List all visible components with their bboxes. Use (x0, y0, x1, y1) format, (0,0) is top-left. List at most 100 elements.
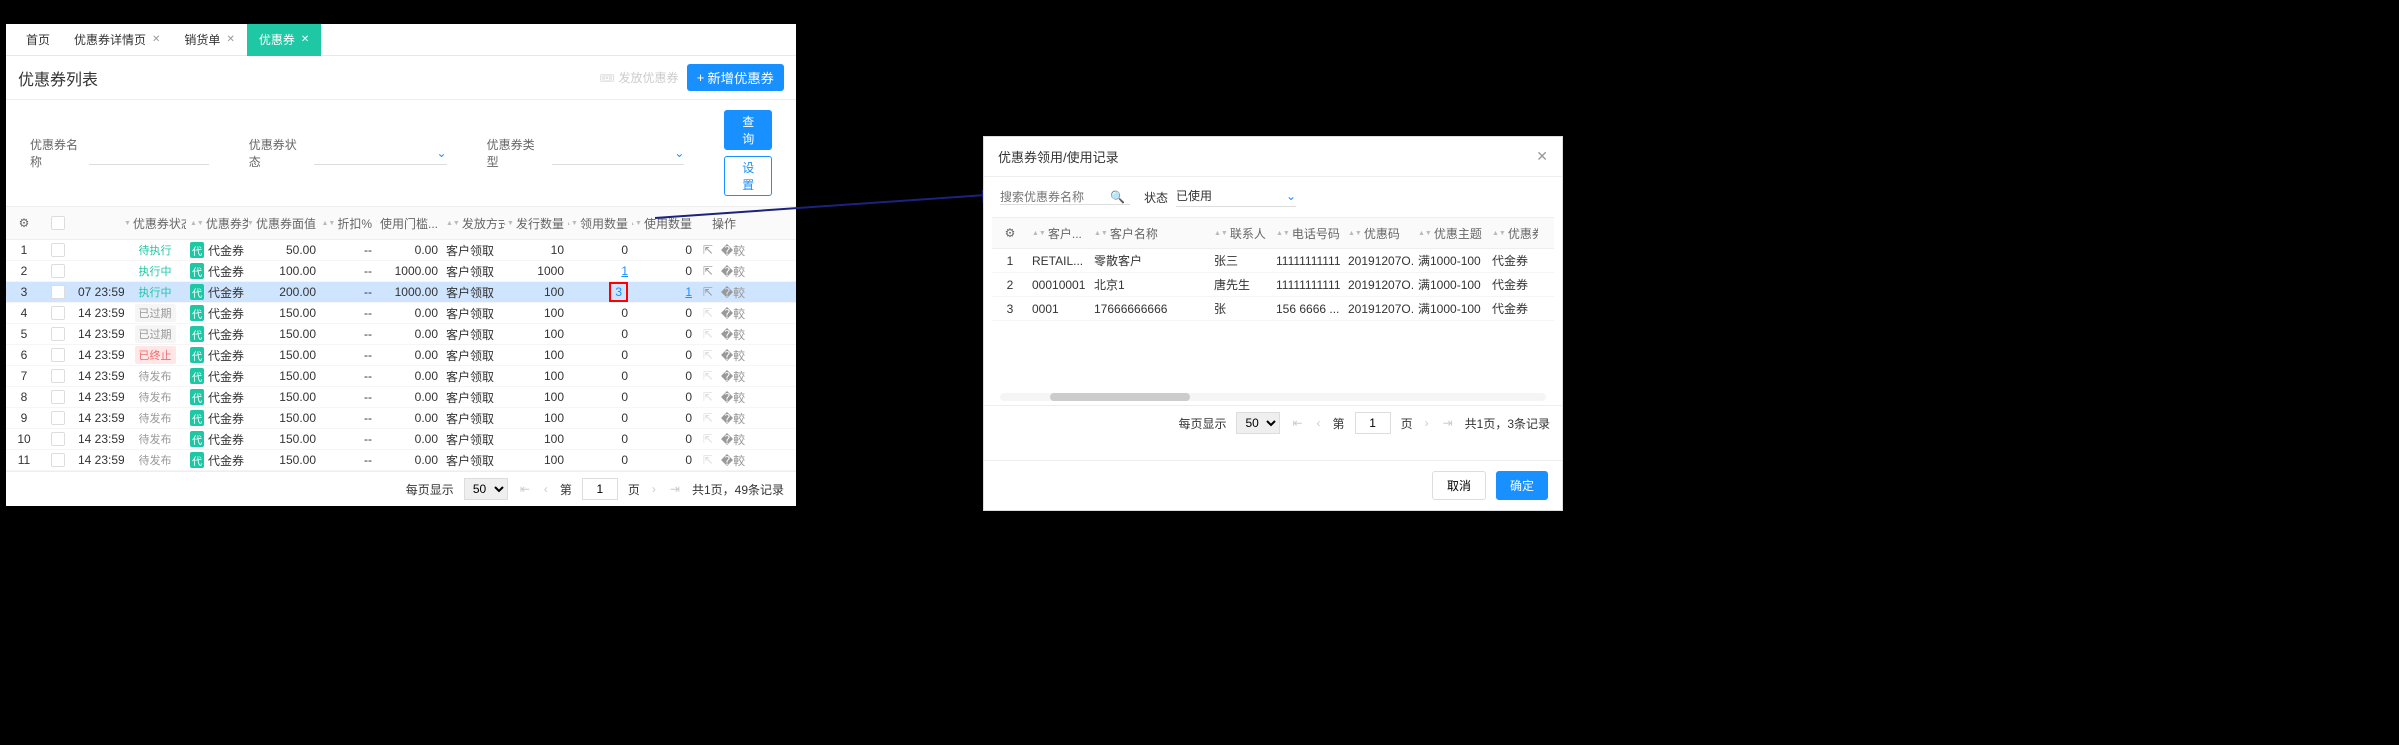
sort-icon[interactable]: ▲▼ (1214, 231, 1228, 236)
per-page-select[interactable]: 50 (464, 478, 508, 500)
confirm-button[interactable]: 确定 (1496, 471, 1548, 500)
table-row[interactable]: 2 执行中 代代金券 100.00 -- 1000.00 客户领取 1000 1… (6, 261, 796, 282)
row-checkbox[interactable] (51, 348, 65, 362)
sort-icon[interactable]: ▲▼ (504, 221, 514, 226)
page-input[interactable] (582, 478, 618, 500)
sort-icon[interactable]: ▲▼ (190, 221, 204, 226)
search-button[interactable]: 查询 (724, 110, 772, 150)
cancel-button[interactable]: 取消 (1432, 471, 1486, 500)
share-icon[interactable]: ⇱ (703, 264, 713, 278)
filter-type-select[interactable]: ⌄ (552, 141, 685, 165)
row-checkbox[interactable] (51, 264, 65, 278)
table-row[interactable]: 2 00010001 北京1 唐先生 11111111111 20191207O… (992, 273, 1554, 297)
close-icon[interactable]: ✕ (226, 34, 234, 45)
modal-per-page-select[interactable]: 50 (1236, 412, 1280, 434)
table-row[interactable]: 11 14 23:59 待发布 代代金券 150.00 -- 0.00 客户领取… (6, 450, 796, 471)
row-checkbox[interactable] (51, 411, 65, 425)
first-page-button[interactable]: ⇤ (518, 482, 532, 496)
sort-icon[interactable]: ▲▼ (321, 221, 335, 226)
qrcode-icon[interactable]: �較 (721, 326, 745, 343)
first-page-button[interactable]: ⇤ (1290, 416, 1304, 430)
row-checkbox[interactable] (51, 285, 65, 299)
sort-icon[interactable]: ▲▼ (1032, 231, 1046, 236)
prev-page-button[interactable]: ‹ (1315, 416, 1323, 430)
modal-status-select[interactable]: 已使用 ⌄ (1176, 187, 1296, 207)
filter-name-input[interactable] (89, 141, 209, 165)
qrcode-icon[interactable]: �較 (721, 284, 745, 301)
table-row[interactable]: 3 0001 17666666666 张 156 6666 ... 201912… (992, 297, 1554, 321)
tab-优惠券[interactable]: 优惠券✕ (247, 24, 321, 56)
gear-icon[interactable]: ⚙ (19, 216, 30, 230)
sort-icon[interactable]: ▲▼ (124, 221, 131, 226)
close-icon[interactable]: ✕ (1536, 148, 1548, 165)
table-row[interactable]: 10 14 23:59 待发布 代代金券 150.00 -- 0.00 客户领取… (6, 429, 796, 450)
table-row[interactable]: 6 14 23:59 已终止 代代金券 150.00 -- 0.00 客户领取 … (6, 345, 796, 366)
qrcode-icon[interactable]: �較 (721, 263, 745, 280)
gear-icon[interactable]: ⚙ (1005, 226, 1016, 240)
claim-count-link[interactable]: 1 (621, 264, 628, 278)
search-icon[interactable]: 🔍 (1110, 190, 1125, 204)
page-summary: 共1页，49条记录 (692, 481, 784, 498)
next-page-button[interactable]: › (650, 482, 658, 496)
share-icon[interactable]: ⇱ (703, 243, 713, 257)
sort-icon[interactable]: ▲▼ (568, 221, 578, 226)
close-icon[interactable]: ✕ (301, 34, 309, 45)
table-row[interactable]: 8 14 23:59 待发布 代代金券 150.00 -- 0.00 客户领取 … (6, 387, 796, 408)
qrcode-icon[interactable]: �較 (721, 347, 745, 364)
table-row[interactable]: 5 14 23:59 已过期 代代金券 150.00 -- 0.00 客户领取 … (6, 324, 796, 345)
sort-icon[interactable]: ▲▼ (1492, 231, 1506, 236)
row-checkbox[interactable] (51, 306, 65, 320)
tab-销货单[interactable]: 销货单✕ (172, 24, 246, 56)
table-row[interactable]: 7 14 23:59 待发布 代代金券 150.00 -- 0.00 客户领取 … (6, 366, 796, 387)
distribute-coupon-button[interactable]: 🎟 发放优惠券 (599, 69, 678, 86)
sort-icon[interactable]: ▲▼ (376, 221, 378, 226)
table-row[interactable]: 9 14 23:59 待发布 代代金券 150.00 -- 0.00 客户领取 … (6, 408, 796, 429)
settings-button[interactable]: 设置 (724, 156, 772, 196)
filter-status-select[interactable]: ⌄ (314, 141, 447, 165)
modal-search-input[interactable] (1000, 190, 1110, 204)
table-row[interactable]: 3 07 23:59 执行中 代代金券 200.00 -- 1000.00 客户… (6, 282, 796, 303)
qrcode-icon[interactable]: �較 (721, 410, 745, 427)
row-checkbox[interactable] (51, 432, 65, 446)
sort-icon[interactable]: ▲▼ (1418, 231, 1432, 236)
sort-icon[interactable]: ▲▼ (632, 221, 642, 226)
qrcode-icon[interactable]: �較 (721, 431, 745, 448)
next-page-button[interactable]: › (1423, 416, 1431, 430)
ticket-icon: 🎟 (599, 71, 614, 85)
table-row[interactable]: 1 待执行 代代金券 50.00 -- 0.00 客户领取 10 0 0 ⇱ �… (6, 240, 796, 261)
close-icon[interactable]: ✕ (152, 34, 160, 45)
sort-icon[interactable]: ▲▼ (248, 221, 254, 226)
last-page-button[interactable]: ⇥ (1441, 416, 1455, 430)
sort-icon[interactable]: ▲▼ (1094, 231, 1108, 236)
chevron-down-icon: ⌄ (437, 146, 447, 160)
modal-page-input[interactable] (1355, 412, 1391, 434)
table-row[interactable]: 4 14 23:59 已过期 代代金券 150.00 -- 0.00 客户领取 … (6, 303, 796, 324)
usage-table: ⚙ ▲▼客户... ▲▼客户名称 ▲▼联系人 ▲▼电话号码 ▲▼优惠码 ▲▼优惠… (984, 217, 1562, 401)
row-checkbox[interactable] (51, 453, 65, 467)
row-checkbox[interactable] (51, 390, 65, 404)
claim-count-highlight[interactable]: 3 (609, 282, 628, 302)
row-checkbox[interactable] (51, 369, 65, 383)
select-all-checkbox[interactable] (51, 216, 65, 230)
prev-page-button[interactable]: ‹ (542, 482, 550, 496)
row-checkbox[interactable] (51, 327, 65, 341)
tab-首页[interactable]: 首页 (14, 24, 62, 56)
use-count-link[interactable]: 1 (685, 285, 692, 299)
sort-icon[interactable]: ▲▼ (446, 221, 460, 226)
table-row[interactable]: 1 RETAIL... 零散客户 张三 11111111111 20191207… (992, 249, 1554, 273)
tab-优惠券详情页[interactable]: 优惠券详情页✕ (62, 24, 172, 56)
modal-pagination: 每页显示 50 ⇤ ‹ 第 页 › ⇥ 共1页，3条记录 (984, 405, 1562, 440)
qrcode-icon[interactable]: �較 (721, 389, 745, 406)
add-coupon-button[interactable]: + 新增优惠券 (687, 64, 784, 91)
row-checkbox[interactable] (51, 243, 65, 257)
sort-icon[interactable]: ▲▼ (1276, 231, 1290, 236)
qrcode-icon[interactable]: �較 (721, 368, 745, 385)
qrcode-icon[interactable]: �較 (721, 452, 745, 469)
status-badge: 待执行 (135, 241, 176, 259)
qrcode-icon[interactable]: �較 (721, 242, 745, 259)
sort-icon[interactable]: ▲▼ (1348, 231, 1362, 236)
horizontal-scrollbar[interactable] (1000, 393, 1546, 401)
share-icon[interactable]: ⇱ (703, 285, 713, 299)
qrcode-icon[interactable]: �較 (721, 305, 745, 322)
last-page-button[interactable]: ⇥ (668, 482, 682, 496)
